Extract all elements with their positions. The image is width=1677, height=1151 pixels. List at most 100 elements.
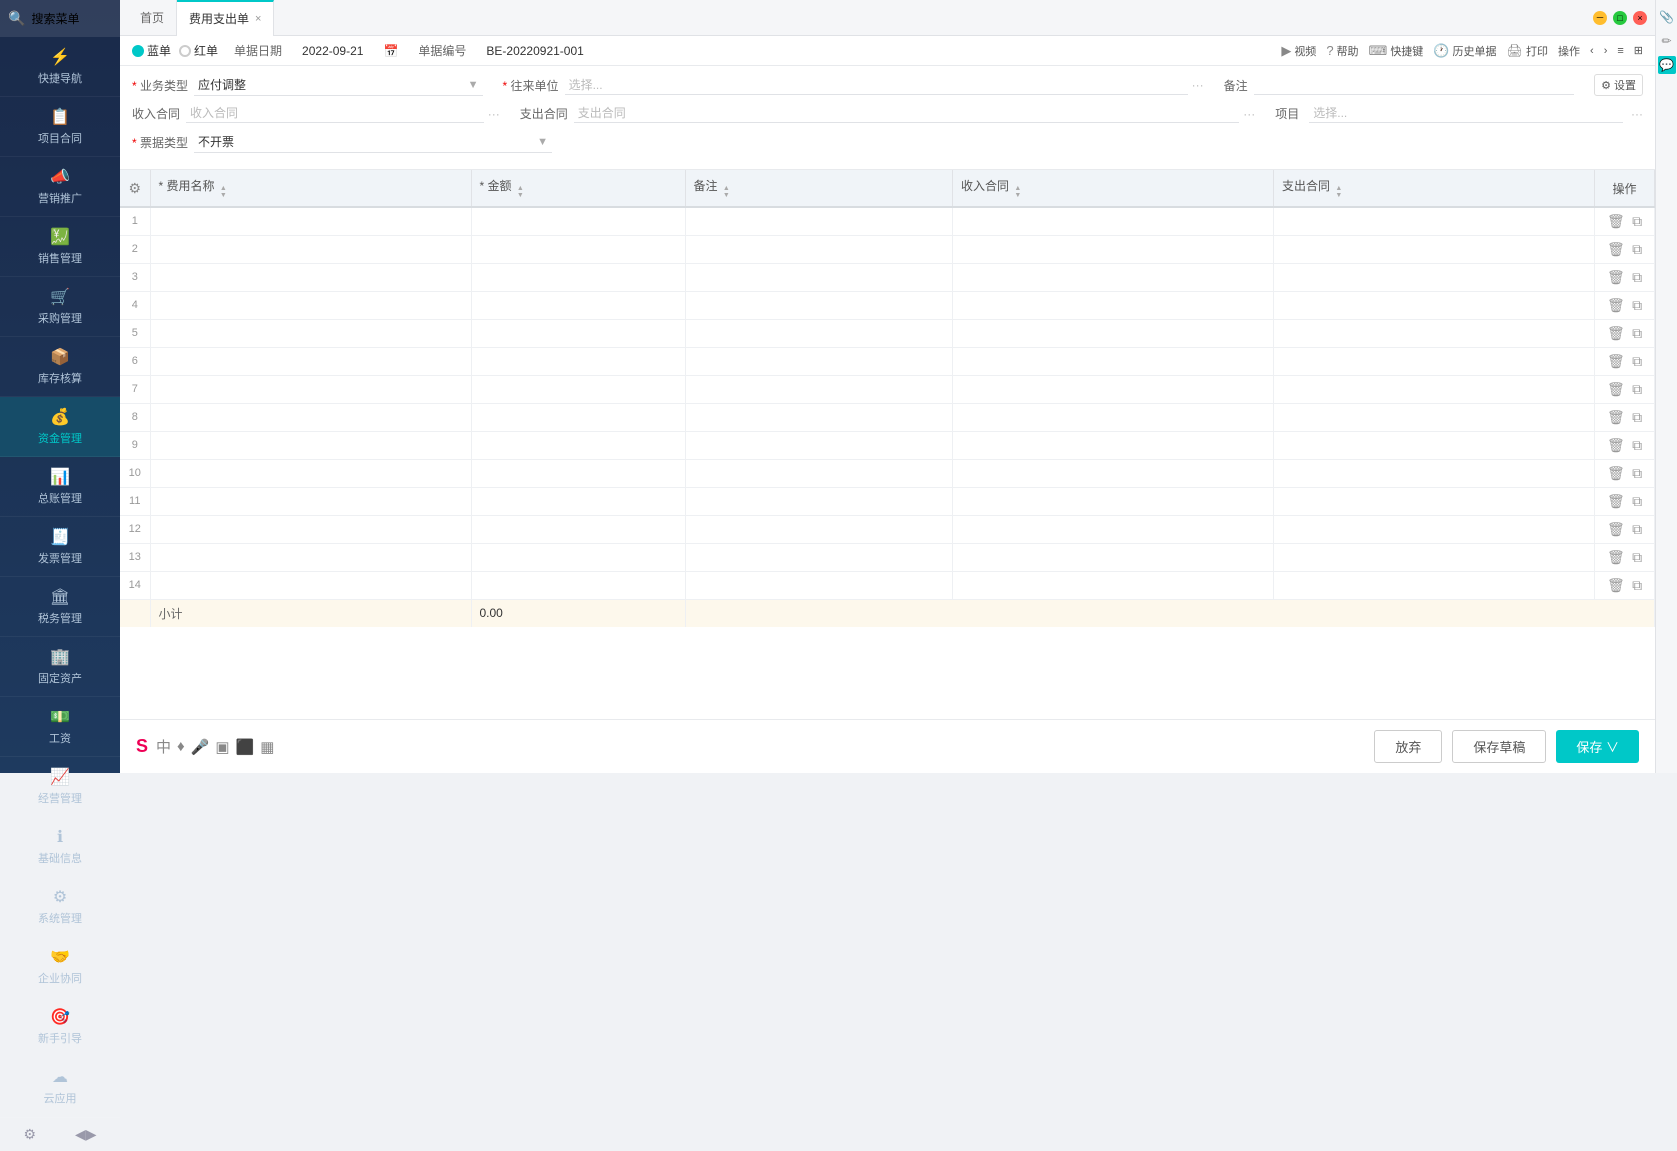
income-contract-cell[interactable] — [953, 263, 1274, 291]
amount-cell[interactable] — [471, 319, 685, 347]
amount-cell[interactable] — [471, 263, 685, 291]
expense-name-cell[interactable] — [150, 459, 471, 487]
sidebar-item-collab[interactable]: 🤝 企业协同 — [0, 937, 120, 997]
delete-row-icon[interactable]: 🗑 — [1607, 549, 1625, 565]
sidebar-item-ledger[interactable]: 📊 总账管理 — [0, 457, 120, 517]
expense-name-cell[interactable] — [150, 403, 471, 431]
amount-cell[interactable] — [471, 515, 685, 543]
copy-row-icon[interactable]: ⧉ — [1632, 381, 1642, 397]
delete-row-icon[interactable]: 🗑 — [1607, 521, 1625, 537]
sort-icon-name[interactable]: ▲▼ — [220, 185, 227, 199]
amount-cell[interactable] — [471, 375, 685, 403]
right-panel-edit-icon[interactable]: ✏ — [1658, 32, 1676, 50]
th-expense-name[interactable]: * 费用名称 ▲▼ — [150, 170, 471, 207]
income-contract-input[interactable] — [186, 104, 484, 123]
copy-row-icon[interactable]: ⧉ — [1632, 269, 1642, 285]
save-button[interactable]: 保存 ∨ — [1556, 730, 1639, 763]
delete-row-icon[interactable]: 🗑 — [1607, 269, 1625, 285]
print-btn[interactable]: 🖨 打印 — [1507, 43, 1549, 59]
expense-contract-input[interactable] — [574, 104, 1239, 123]
expense-contract-cell[interactable] — [1274, 543, 1595, 571]
copy-row-icon[interactable]: ⧉ — [1632, 437, 1642, 453]
footer-icon-mic[interactable]: 🎤 — [191, 738, 210, 756]
expense-contract-cell[interactable] — [1274, 263, 1595, 291]
number-value[interactable]: BE-20220921-001 — [486, 44, 583, 58]
amount-cell[interactable] — [471, 347, 685, 375]
gear-column-icon[interactable]: ⚙ — [128, 180, 141, 196]
counterpart-dots[interactable]: ··· — [1192, 78, 1204, 92]
video-btn[interactable]: ▶ 视频 — [1281, 43, 1316, 59]
sort-icon-income[interactable]: ▲▼ — [1014, 185, 1021, 199]
expense-name-cell[interactable] — [150, 319, 471, 347]
sidebar-item-project[interactable]: 📋 项目合同 — [0, 97, 120, 157]
sidebar-item-finance[interactable]: 💰 资金管理 — [0, 397, 120, 457]
history-btn[interactable]: 🕐 历史单据 — [1433, 43, 1496, 59]
income-contract-cell[interactable] — [953, 571, 1274, 599]
income-contract-cell[interactable] — [953, 319, 1274, 347]
note-cell[interactable] — [685, 431, 953, 459]
tab-home[interactable]: 首页 — [128, 0, 177, 36]
delete-row-icon[interactable]: 🗑 — [1607, 465, 1625, 481]
income-contract-cell[interactable] — [953, 235, 1274, 263]
note-cell[interactable] — [685, 459, 953, 487]
copy-row-icon[interactable]: ⧉ — [1632, 353, 1642, 369]
expense-contract-cell[interactable] — [1274, 487, 1595, 515]
income-contract-dots[interactable]: ··· — [488, 107, 500, 121]
delete-row-icon[interactable]: 🗑 — [1607, 353, 1625, 369]
note-cell[interactable] — [685, 207, 953, 235]
window-close[interactable]: × — [1633, 11, 1647, 25]
delete-row-icon[interactable]: 🗑 — [1607, 437, 1625, 453]
note-cell[interactable] — [685, 487, 953, 515]
amount-cell[interactable] — [471, 543, 685, 571]
sidebar-search[interactable]: 🔍 搜索菜单 — [0, 0, 120, 37]
sort-icon-note[interactable]: ▲▼ — [723, 185, 730, 199]
note-cell[interactable] — [685, 571, 953, 599]
sidebar-item-cloud[interactable]: ☁ 云应用 — [0, 1057, 120, 1117]
settings-button[interactable]: ⚙ 设置 — [1594, 74, 1643, 96]
copy-row-icon[interactable]: ⧉ — [1632, 493, 1642, 509]
note-cell[interactable] — [685, 543, 953, 571]
delete-row-icon[interactable]: 🗑 — [1607, 325, 1625, 341]
amount-cell[interactable] — [471, 235, 685, 263]
copy-row-icon[interactable]: ⧉ — [1632, 577, 1642, 593]
footer-icon-zhong[interactable]: 中 — [156, 736, 171, 757]
expense-name-cell[interactable] — [150, 263, 471, 291]
expense-contract-cell[interactable] — [1274, 403, 1595, 431]
window-minimize[interactable]: － — [1593, 11, 1607, 25]
copy-row-icon[interactable]: ⧉ — [1632, 549, 1642, 565]
note-cell[interactable] — [685, 291, 953, 319]
copy-row-icon[interactable]: ⧉ — [1632, 325, 1642, 341]
right-panel-chat-icon[interactable]: 💬 — [1658, 56, 1676, 74]
income-contract-cell[interactable] — [953, 487, 1274, 515]
tab-expense[interactable]: 费用支出单 × — [177, 0, 274, 36]
note-cell[interactable] — [685, 403, 953, 431]
amount-cell[interactable] — [471, 487, 685, 515]
radio-blue[interactable]: 蓝单 — [132, 42, 171, 59]
income-contract-cell[interactable] — [953, 431, 1274, 459]
income-contract-cell[interactable] — [953, 291, 1274, 319]
nav-next-btn[interactable]: › — [1604, 45, 1608, 57]
expense-name-cell[interactable] — [150, 487, 471, 515]
remark-input[interactable] — [1254, 76, 1575, 95]
date-value[interactable]: 2022-09-21 — [302, 44, 363, 58]
copy-row-icon[interactable]: ⧉ — [1632, 409, 1642, 425]
amount-cell[interactable] — [471, 291, 685, 319]
amount-cell[interactable] — [471, 459, 685, 487]
sidebar-settings-icon[interactable]: ⚙ — [23, 1126, 36, 1143]
amount-cell[interactable] — [471, 431, 685, 459]
project-dots[interactable]: ··· — [1631, 107, 1643, 121]
shortcut-btn[interactable]: ⌨ 快捷键 — [1369, 43, 1424, 59]
expense-contract-cell[interactable] — [1274, 375, 1595, 403]
th-expense-contract[interactable]: 支出合同 ▲▼ — [1274, 170, 1595, 207]
sidebar-item-guide[interactable]: 🎯 新手引导 — [0, 997, 120, 1057]
discard-button[interactable]: 放弃 — [1374, 730, 1442, 763]
delete-row-icon[interactable]: 🗑 — [1607, 409, 1625, 425]
copy-row-icon[interactable]: ⧉ — [1632, 241, 1642, 257]
delete-row-icon[interactable]: 🗑 — [1607, 493, 1625, 509]
amount-cell[interactable] — [471, 571, 685, 599]
expense-name-cell[interactable] — [150, 235, 471, 263]
expense-contract-cell[interactable] — [1274, 431, 1595, 459]
th-gear[interactable]: ⚙ — [120, 170, 150, 207]
sidebar-item-inventory[interactable]: 📦 库存核算 — [0, 337, 120, 397]
sidebar-volume-icon[interactable]: ◀▶ — [75, 1126, 97, 1143]
